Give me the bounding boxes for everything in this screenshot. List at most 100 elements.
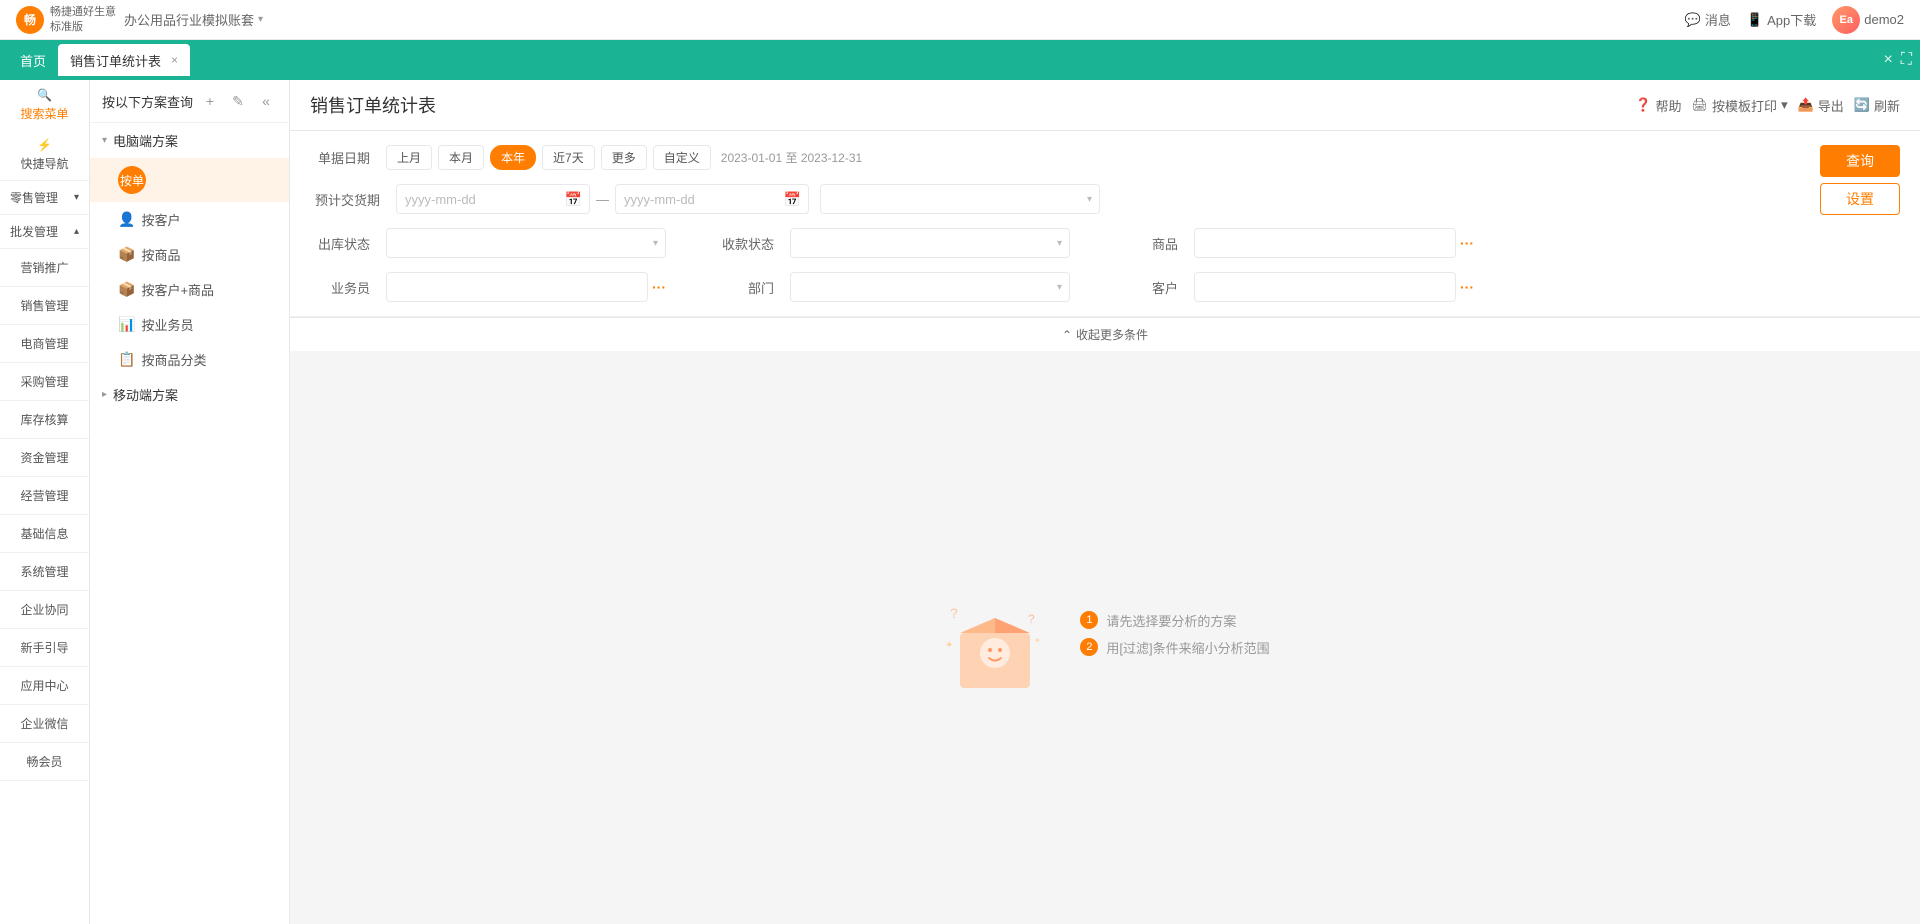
sidebar-item-ecommerce[interactable]: 电商管理	[0, 325, 89, 363]
scheme-group-mobile-header[interactable]: ▸ 移动端方案	[90, 377, 289, 412]
print-dropdown-icon: ▾	[1781, 97, 1788, 113]
collapse-icon: ⌃	[1062, 328, 1072, 342]
expand-mobile-icon: ▸	[102, 389, 107, 400]
order-status-select[interactable]	[820, 184, 1100, 214]
sidebar-item-purchase[interactable]: 采购管理	[0, 363, 89, 401]
sidebar-item-wechat[interactable]: 企业微信	[0, 705, 89, 743]
left-panel-header: 按以下方案查询 + ✎ «	[90, 80, 289, 123]
message-button[interactable]: 💬 消息	[1685, 10, 1731, 29]
action-buttons: 查询 设置	[1820, 145, 1900, 215]
logo-text: 畅捷通好生意 标准版	[50, 5, 116, 34]
goods-input[interactable]	[1194, 228, 1456, 258]
collapse-bar[interactable]: ⌃ 收起更多条件	[290, 317, 1920, 351]
page-title-row: 销售订单统计表 ❓ 帮助 🖨 按模板打印 ▾ 📤	[310, 92, 1900, 118]
close-window-button[interactable]: ×	[1883, 51, 1892, 69]
sidebar-item-appstore[interactable]: 应用中心	[0, 667, 89, 705]
message-icon: 💬	[1685, 12, 1701, 28]
svg-text:?: ?	[1028, 612, 1035, 626]
expand-icon: ▾	[102, 135, 107, 146]
date-btn-more[interactable]: 更多	[601, 145, 647, 170]
customer-more-icon[interactable]: ···	[1460, 279, 1474, 295]
date-btn-last-month[interactable]: 上月	[386, 145, 432, 170]
salesperson-more-icon[interactable]: ···	[652, 279, 666, 295]
export-icon: 📤	[1798, 97, 1814, 113]
maximize-window-button[interactable]: ⛶	[1901, 51, 1912, 69]
edit-scheme-button[interactable]: ✎	[227, 90, 249, 112]
scheme-item-by-customer[interactable]: 👤 按客户	[90, 202, 289, 237]
hint-number-2: 2	[1080, 638, 1098, 656]
empty-hints: 1 请先选择要分析的方案 2 用[过滤]条件来缩小分析范围	[1080, 611, 1269, 665]
sidebar-item-system[interactable]: 系统管理	[0, 553, 89, 591]
query-button[interactable]: 查询	[1820, 145, 1900, 177]
date-filter-label: 单据日期	[310, 148, 370, 167]
scheme-item-by-product-category[interactable]: 📋 按商品分类	[90, 342, 289, 377]
search-icon: 🔍	[37, 88, 52, 102]
scheme-group-desktop: ▾ 电脑端方案 按单 👤 按客户 📦 按商品 📦 按客户+商品	[90, 123, 289, 377]
sidebar-item-operations[interactable]: 经营管理	[0, 477, 89, 515]
user-menu[interactable]: Ea demo2	[1832, 6, 1904, 34]
right-content: 销售订单统计表 ❓ 帮助 🖨 按模板打印 ▾ 📤	[290, 80, 1920, 924]
scheme-item-by-salesperson[interactable]: 📊 按业务员	[90, 307, 289, 342]
empty-content: ? ? ✦ ✦ 1 请先选择要分析的方案	[940, 588, 1269, 688]
sidebar-item-wholesale[interactable]: 批发管理 ▴	[0, 215, 89, 249]
breadcrumb-dropdown-icon[interactable]: ▾	[258, 14, 263, 25]
chevron-down-icon: ▾	[74, 192, 79, 203]
content-area: 按以下方案查询 + ✎ « ▾ 电脑端方案 按单 👤 按客户	[90, 80, 1920, 924]
refresh-button[interactable]: 🔄 刷新	[1854, 96, 1900, 115]
app-download-button[interactable]: 📱 App下载	[1747, 10, 1816, 29]
sidebar-item-retail[interactable]: 零售管理 ▾	[0, 181, 89, 215]
customer-scheme-icon: 👤	[118, 211, 135, 228]
sidebar-item-guide[interactable]: 新手引导	[0, 629, 89, 667]
product-scheme-icon: 📦	[118, 246, 135, 263]
help-icon: ❓	[1635, 97, 1651, 113]
logo-area: 畅 畅捷通好生意 标准版	[16, 5, 116, 34]
sidebar-item-sales[interactable]: 销售管理	[0, 287, 89, 325]
date-btn-custom[interactable]: 自定义	[653, 145, 711, 170]
sidebar-quick-nav[interactable]: ⚡ 快捷导航	[0, 130, 89, 181]
sidebar-item-inventory[interactable]: 库存核算	[0, 401, 89, 439]
scheme-item-by-customer-product[interactable]: 📦 按客户+商品	[90, 272, 289, 307]
salesperson-input[interactable]	[386, 272, 648, 302]
date-group: 上月 本月 本年 近7天 更多 自定义 2023-01-01 至 2023-12…	[386, 145, 862, 170]
filter-row-statuses: 出库状态 ▾ 收款状态 ▾ 商品	[310, 228, 1804, 258]
nav-icon: ⚡	[37, 138, 52, 152]
export-button[interactable]: 📤 导出	[1798, 96, 1844, 115]
date-btn-last-7-days[interactable]: 近7天	[542, 145, 595, 170]
add-scheme-button[interactable]: +	[199, 90, 221, 112]
customer-input[interactable]	[1194, 272, 1456, 302]
logo-icon: 畅	[16, 6, 44, 34]
collapse-panel-button[interactable]: «	[255, 90, 277, 112]
date-btn-this-year[interactable]: 本年	[490, 145, 536, 170]
sidebar-item-enterprise[interactable]: 企业协同	[0, 591, 89, 629]
delivery-date-group: 📅 — 📅	[396, 184, 696, 214]
settings-button[interactable]: 设置	[1820, 183, 1900, 215]
help-button[interactable]: ❓ 帮助	[1635, 96, 1681, 115]
tab-sales-order-stats[interactable]: 销售订单统计表 ×	[58, 44, 190, 76]
delivery-status-select[interactable]	[386, 228, 666, 258]
expected-delivery-label: 预计交货期	[310, 190, 380, 209]
customer-product-scheme-icon: 📦	[118, 281, 135, 298]
breadcrumb: 办公用品行业模拟账套 ▾	[124, 10, 263, 29]
date-btn-this-month[interactable]: 本月	[438, 145, 484, 170]
goods-more-icon[interactable]: ···	[1460, 235, 1474, 251]
department-select[interactable]	[790, 272, 1070, 302]
delivery-date-end-input[interactable]	[615, 184, 809, 214]
template-print-button[interactable]: 🖨 按模板打印 ▾	[1692, 96, 1788, 115]
scheme-item-by-product[interactable]: 📦 按商品	[90, 237, 289, 272]
sidebar-item-marketing[interactable]: 营销推广	[0, 249, 89, 287]
empty-illustration: ? ? ✦ ✦	[940, 588, 1040, 688]
sidebar-item-member[interactable]: 畅会员	[0, 743, 89, 781]
sidebar-search[interactable]: 🔍 搜索菜单	[0, 80, 89, 130]
payment-status-select[interactable]	[790, 228, 1070, 258]
sidebar-item-basic[interactable]: 基础信息	[0, 515, 89, 553]
refresh-icon: 🔄	[1854, 97, 1870, 113]
scheme-item-by-order[interactable]: 按单	[90, 158, 289, 202]
filter-row-delivery: 预计交货期 📅 — 📅	[310, 184, 1804, 214]
delivery-date-start-input[interactable]	[396, 184, 590, 214]
empty-state: ? ? ✦ ✦ 1 请先选择要分析的方案	[290, 351, 1920, 924]
tab-close-icon[interactable]: ×	[171, 53, 178, 67]
scheme-group-desktop-header[interactable]: ▾ 电脑端方案	[90, 123, 289, 158]
tab-home[interactable]: 首页	[8, 44, 58, 76]
sidebar-item-finance[interactable]: 资金管理	[0, 439, 89, 477]
print-icon: 🖨	[1692, 97, 1709, 113]
